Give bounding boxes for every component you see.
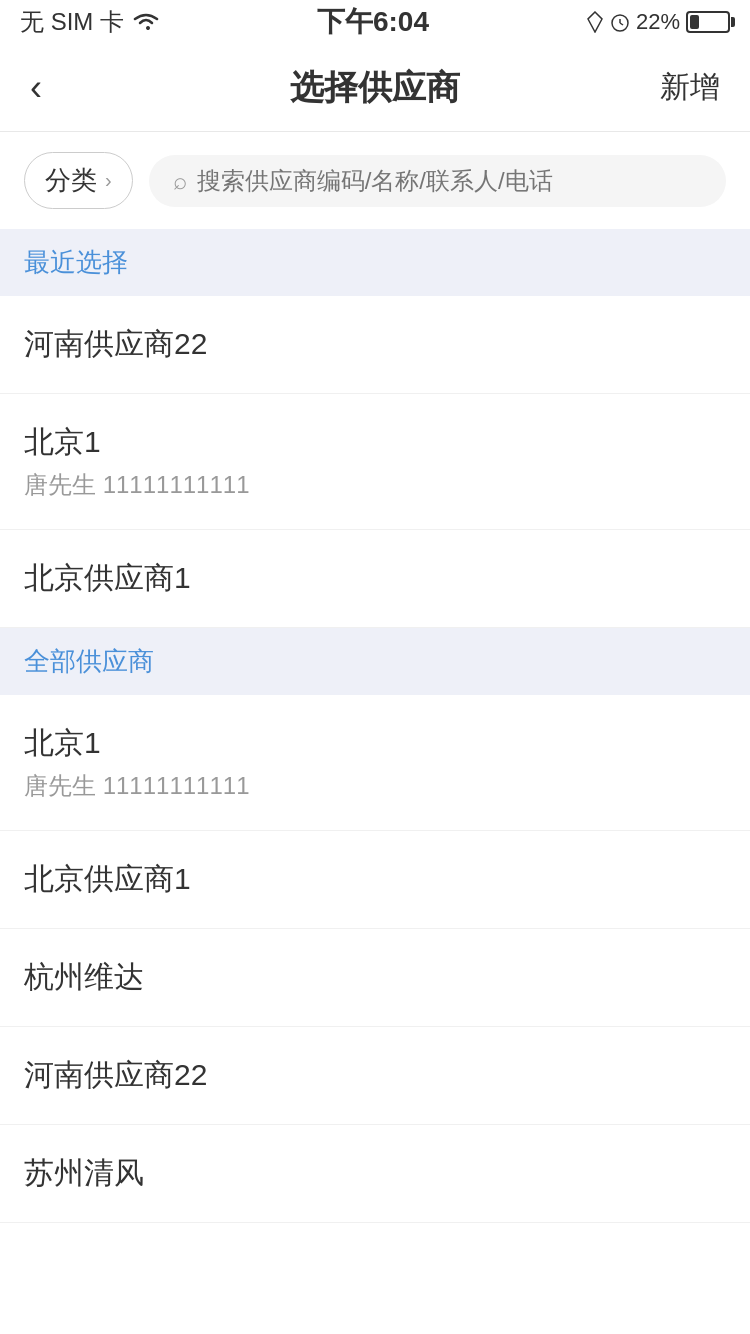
wifi-icon (132, 12, 160, 32)
list-item[interactable]: 北京供应商1 (0, 530, 750, 628)
item-name: 苏州清风 (24, 1153, 726, 1194)
list-item[interactable]: 北京1 唐先生 11111111111 (0, 394, 750, 530)
item-name: 北京1 (24, 723, 726, 764)
search-icon: ⌕ (173, 167, 187, 195)
status-bar: 无 SIM 卡 下午6:04 22% (0, 0, 750, 44)
list-item[interactable]: 苏州清风 (0, 1125, 750, 1223)
item-sub: 唐先生 11111111111 (24, 770, 726, 802)
filter-bar: 分类 › ⌕ (0, 132, 750, 229)
item-name: 河南供应商22 (24, 324, 726, 365)
add-button[interactable]: 新增 (660, 67, 720, 108)
status-right: 22% (586, 9, 730, 35)
item-sub: 唐先生 11111111111 (24, 469, 726, 501)
item-name: 北京供应商1 (24, 859, 726, 900)
item-name: 北京1 (24, 422, 726, 463)
page-title: 选择供应商 (290, 65, 460, 111)
status-time: 下午6:04 (317, 3, 429, 41)
list-item[interactable]: 河南供应商22 (0, 1027, 750, 1125)
list-item[interactable]: 北京1 唐先生 11111111111 (0, 695, 750, 831)
battery-percent: 22% (636, 9, 680, 35)
sections-container: 最近选择河南供应商22 北京1 唐先生 11111111111 北京供应商1 全部供应商… (0, 229, 750, 1223)
back-button[interactable]: ‹ (30, 67, 90, 109)
no-sim-text: 无 SIM 卡 (20, 6, 124, 38)
category-button[interactable]: 分类 › (24, 152, 133, 209)
item-name: 河南供应商22 (24, 1055, 726, 1096)
section-header-all: 全部供应商 (0, 628, 750, 695)
status-left: 无 SIM 卡 (20, 6, 160, 38)
location-icon (586, 11, 604, 33)
item-name: 杭州维达 (24, 957, 726, 998)
battery-icon (686, 11, 730, 33)
alarm-icon (610, 11, 630, 33)
section-header-recent: 最近选择 (0, 229, 750, 296)
list-item[interactable]: 河南供应商22 (0, 296, 750, 394)
list-item[interactable]: 杭州维达 (0, 929, 750, 1027)
list-item[interactable]: 北京供应商1 (0, 831, 750, 929)
search-input[interactable] (197, 167, 702, 195)
category-label: 分类 (45, 163, 97, 198)
svg-line-2 (620, 23, 623, 25)
search-box: ⌕ (149, 155, 726, 207)
chevron-right-icon: › (105, 169, 112, 192)
nav-bar: ‹ 选择供应商 新增 (0, 44, 750, 132)
item-name: 北京供应商1 (24, 558, 726, 599)
